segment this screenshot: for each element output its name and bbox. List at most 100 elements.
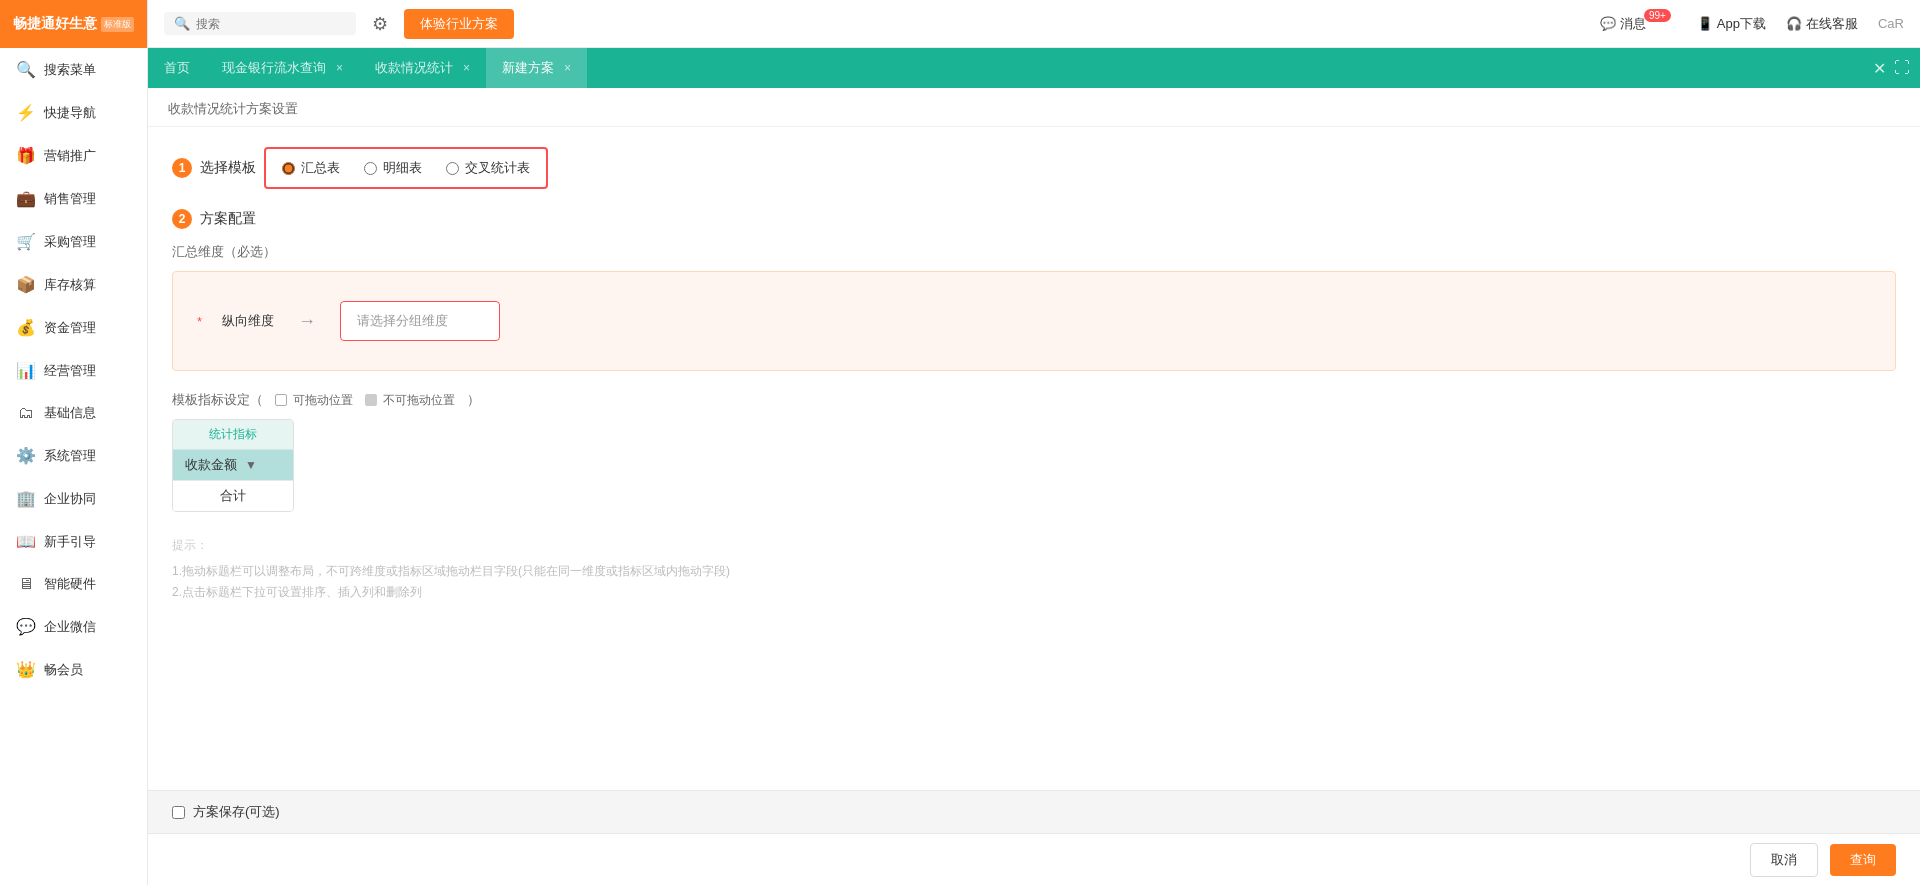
radio-detail-input[interactable] [364,162,377,175]
gear-icon[interactable]: ⚙ [372,13,388,35]
form-area: 1 选择模板 汇总表 明细表 交叉统计表 [148,127,1920,790]
sidebar-item-label: 库存核算 [44,276,96,294]
service-icon: 🎧 [1786,16,1802,31]
sidebar-item-sales[interactable]: 💼 销售管理 [0,177,147,220]
sidebar-item-purchase[interactable]: 🛒 采购管理 [0,220,147,263]
hint-title: 提示： [172,535,1896,557]
metric-dropdown-icon[interactable]: ▼ [245,458,257,472]
sidebar-item-quick-nav[interactable]: ⚡ 快捷导航 [0,91,147,134]
fixed-tag: 不可拖动位置 [365,392,455,409]
radio-summary-label: 汇总表 [301,159,340,177]
query-button[interactable]: 查询 [1830,844,1896,876]
tab-bank-flow[interactable]: 现金银行流水查询 × [206,48,359,88]
sidebar-item-enterprise[interactable]: 🏢 企业协同 [0,477,147,520]
fixed-dot [365,394,377,406]
radio-cross[interactable]: 交叉统计表 [446,159,530,177]
stats-metric-row: 收款金额 ▼ [173,450,293,480]
search-input[interactable] [196,17,346,31]
sidebar-item-member[interactable]: 👑 畅会员 [0,648,147,691]
stats-header: 统计指标 [173,420,293,450]
step2-header: 2 方案配置 [172,209,1896,229]
tab-new-plan-close[interactable]: × [564,61,571,75]
stats-sub-row: 合计 [173,480,293,511]
dimension-title: 汇总维度（必选） [172,243,1896,261]
save-checkbox[interactable] [172,806,185,819]
step1-header: 1 选择模板 汇总表 明细表 交叉统计表 [172,147,1896,189]
step1-section: 1 选择模板 汇总表 明细表 交叉统计表 [172,147,1896,189]
page-content: 收款情况统计方案设置 1 选择模板 汇总表 明细表 [148,88,1920,833]
dimension-row: * 纵向维度 → 请选择分组维度 [197,301,500,341]
sidebar-item-label: 智能硬件 [44,575,96,593]
tab-home[interactable]: 首页 [148,48,206,88]
dimension-select[interactable]: 请选择分组维度 [340,301,500,341]
stats-table: 统计指标 收款金额 ▼ 合计 [172,419,294,512]
finance-icon: 💰 [16,318,36,337]
step2-badge: 2 [172,209,192,229]
sidebar-item-basic-info[interactable]: 🗂 基础信息 [0,392,147,434]
download-item[interactable]: 📱 App下载 [1697,15,1766,33]
logo-text: 畅捷通好生意 [13,15,97,33]
metrics-label-row: 模板指标设定（ 可拖动位置 不可拖动位置 ） [172,391,1896,409]
radio-summary[interactable]: 汇总表 [282,159,340,177]
sidebar-logo: 畅捷通好生意 标准版 [0,0,147,48]
draggable-tag: 可拖动位置 [275,392,353,409]
sidebar-item-hardware[interactable]: 🖥 智能硬件 [0,563,147,605]
wechat-icon: 💬 [16,617,36,636]
logo-badge: 标准版 [101,17,134,32]
top-header: 🔍 ⚙ 体验行业方案 💬 消息 99+ 📱 App下载 🎧 在线客服 CaR [148,0,1920,48]
sidebar-item-inventory[interactable]: 📦 库存核算 [0,263,147,306]
sidebar-item-finance[interactable]: 💰 资金管理 [0,306,147,349]
tab-bar: 首页 现金银行流水查询 × 收款情况统计 × 新建方案 × ✕ ⛶ [148,48,1920,88]
inventory-icon: 📦 [16,275,36,294]
notification-badge: 99+ [1644,9,1671,22]
sidebar-item-label: 营销推广 [44,147,96,165]
sidebar-item-system[interactable]: ⚙️ 系统管理 [0,434,147,477]
draggable-dot [275,394,287,406]
purchase-icon: 🛒 [16,232,36,251]
guide-icon: 📖 [16,532,36,551]
service-item[interactable]: 🎧 在线客服 [1786,15,1858,33]
sidebar-item-label: 快捷导航 [44,104,96,122]
sidebar-item-label: 企业协同 [44,490,96,508]
sidebar-item-operations[interactable]: 📊 经营管理 [0,349,147,392]
radio-cross-input[interactable] [446,162,459,175]
trial-industry-button[interactable]: 体验行业方案 [404,9,514,39]
enterprise-icon: 🏢 [16,489,36,508]
download-label: App下载 [1717,15,1766,33]
header-right: 💬 消息 99+ 📱 App下载 🎧 在线客服 CaR [1600,15,1904,33]
close-window-icon[interactable]: ✕ [1873,59,1886,78]
sales-icon: 💼 [16,189,36,208]
metrics-section: 模板指标设定（ 可拖动位置 不可拖动位置 ） 统计指标 [172,391,1896,515]
maximize-icon[interactable]: ⛶ [1894,59,1910,77]
sidebar-item-wechat[interactable]: 💬 企业微信 [0,605,147,648]
header-search-box[interactable]: 🔍 [164,12,356,35]
sidebar-item-label: 基础信息 [44,404,96,422]
radio-detail[interactable]: 明细表 [364,159,422,177]
hint-area: 提示： 1.拖动标题栏可以调整布局，不可跨维度或指标区域拖动栏目字段(只能在同一… [172,535,1896,604]
hint-item-1: 1.拖动标题栏可以调整布局，不可跨维度或指标区域拖动栏目字段(只能在同一维度或指… [172,561,1896,583]
sidebar-item-label: 经营管理 [44,362,96,380]
draggable-label: 可拖动位置 [293,392,353,409]
tab-home-label: 首页 [164,59,190,77]
sidebar-item-search-menu[interactable]: 🔍 搜索菜单 [0,48,147,91]
radio-summary-input[interactable] [282,162,295,175]
save-option: 方案保存(可选) [148,790,1920,833]
tab-receipt-stats-close[interactable]: × [463,61,470,75]
member-icon: 👑 [16,660,36,679]
required-marker: * [197,314,202,329]
dimension-select-placeholder: 请选择分组维度 [357,312,448,330]
sidebar-item-guide[interactable]: 📖 新手引导 [0,520,147,563]
sidebar-item-label: 搜索菜单 [44,61,96,79]
notification-label: 消息 [1620,15,1646,33]
sidebar-item-marketing[interactable]: 🎁 营销推广 [0,134,147,177]
tab-receipt-stats[interactable]: 收款情况统计 × [359,48,486,88]
tab-bank-flow-close[interactable]: × [336,61,343,75]
cancel-button[interactable]: 取消 [1750,843,1818,877]
sidebar-item-label: 销售管理 [44,190,96,208]
footer-buttons: 取消 查询 [148,833,1920,885]
tab-new-plan[interactable]: 新建方案 × [486,48,587,88]
template-select-group: 汇总表 明细表 交叉统计表 [264,147,548,189]
save-label: 方案保存(可选) [193,803,280,821]
notification-item[interactable]: 💬 消息 99+ [1600,15,1677,33]
service-label: 在线客服 [1806,15,1858,33]
